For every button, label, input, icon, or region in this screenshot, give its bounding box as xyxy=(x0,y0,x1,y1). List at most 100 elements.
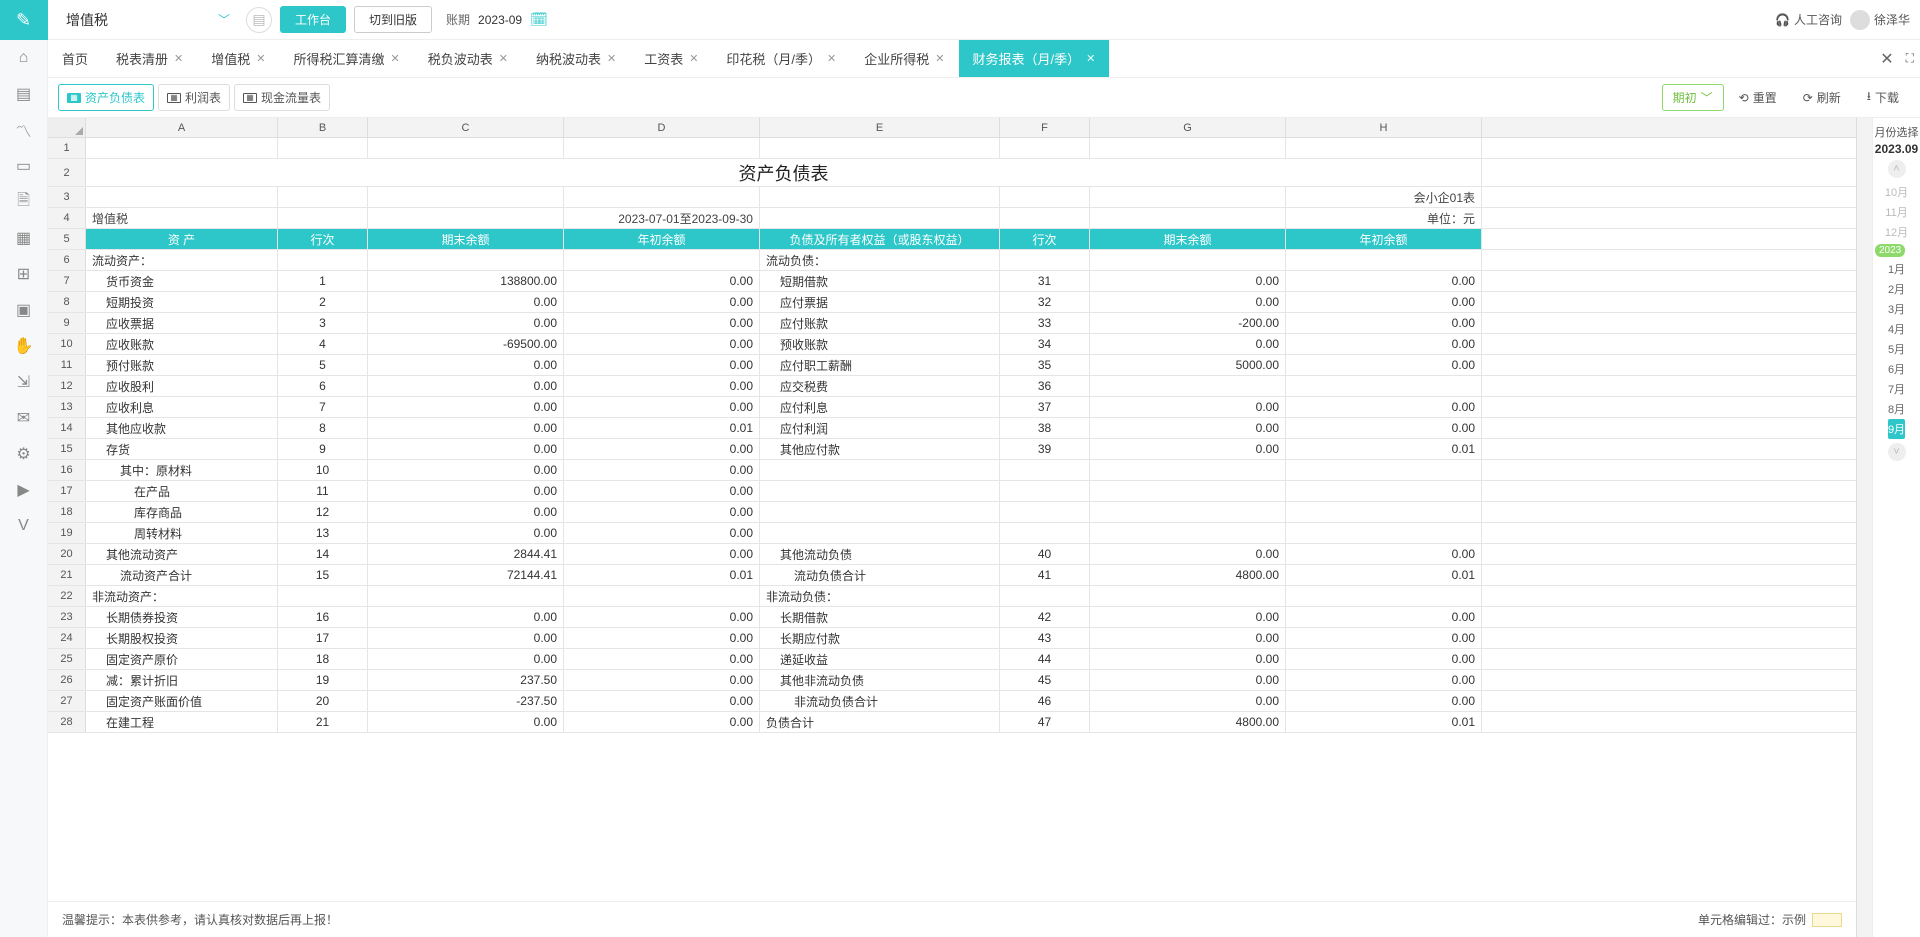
cell[interactable]: 31 xyxy=(1000,271,1090,291)
row-number[interactable]: 19 xyxy=(48,523,86,543)
cell[interactable]: 0.00 xyxy=(1286,355,1482,375)
month-option[interactable]: 8月 xyxy=(1888,399,1905,419)
cell[interactable]: 0.00 xyxy=(368,397,564,417)
cell[interactable]: 36 xyxy=(1000,376,1090,396)
cell[interactable] xyxy=(1286,460,1482,480)
month-option[interactable]: 7月 xyxy=(1888,379,1905,399)
row-number[interactable]: 6 xyxy=(48,250,86,270)
cell[interactable]: 3 xyxy=(278,313,368,333)
tab-2[interactable]: 所得税汇算清缴✕ xyxy=(279,40,413,77)
cell[interactable]: 库存商品 xyxy=(86,502,278,522)
cell[interactable] xyxy=(1286,523,1482,543)
cell[interactable]: 0.00 xyxy=(368,376,564,396)
cell[interactable]: 0.00 xyxy=(1090,670,1286,690)
cell[interactable]: 应付利润 xyxy=(760,418,1000,438)
cell[interactable]: 其他流动资产 xyxy=(86,544,278,564)
cell[interactable]: 0.00 xyxy=(1090,292,1286,312)
cell[interactable] xyxy=(1090,250,1286,270)
cell[interactable]: 46 xyxy=(1000,691,1090,711)
cell[interactable] xyxy=(1286,502,1482,522)
nav-v-icon[interactable]: V xyxy=(0,508,48,544)
cell[interactable]: 年初余额 xyxy=(1286,229,1482,249)
row-number[interactable]: 15 xyxy=(48,439,86,459)
cell[interactable]: 行次 xyxy=(278,229,368,249)
cell[interactable]: 固定资产原价 xyxy=(86,649,278,669)
cell[interactable] xyxy=(86,187,278,207)
tab-home[interactable]: 首页 xyxy=(48,40,102,77)
row-number[interactable]: 14 xyxy=(48,418,86,438)
cell[interactable] xyxy=(278,586,368,606)
cell[interactable] xyxy=(1090,586,1286,606)
cell[interactable]: 0.00 xyxy=(368,418,564,438)
cell[interactable] xyxy=(760,523,1000,543)
cell[interactable]: 0.00 xyxy=(1090,691,1286,711)
cell[interactable]: 0.00 xyxy=(564,691,760,711)
cell[interactable]: 8 xyxy=(278,418,368,438)
cell[interactable] xyxy=(1090,481,1286,501)
cell[interactable]: 0.00 xyxy=(368,523,564,543)
cell[interactable]: 72144.41 xyxy=(368,565,564,585)
cell[interactable]: 0.00 xyxy=(564,460,760,480)
cell[interactable]: 19 xyxy=(278,670,368,690)
row-number[interactable]: 13 xyxy=(48,397,86,417)
cell[interactable]: 其他应付款 xyxy=(760,439,1000,459)
month-option[interactable]: 6月 xyxy=(1888,359,1905,379)
cell[interactable]: 0.00 xyxy=(564,271,760,291)
cell[interactable]: 周转材料 xyxy=(86,523,278,543)
cell[interactable]: 期末余额 xyxy=(368,229,564,249)
cell[interactable] xyxy=(1286,586,1482,606)
cell[interactable] xyxy=(368,138,564,158)
user-menu[interactable]: 徐泽华 xyxy=(1850,10,1910,30)
cell[interactable]: 0.00 xyxy=(1286,628,1482,648)
cell[interactable]: 非流动负债合计 xyxy=(760,691,1000,711)
cell[interactable]: 在建工程 xyxy=(86,712,278,732)
cell[interactable]: 存货 xyxy=(86,439,278,459)
col-B[interactable]: B xyxy=(278,118,368,137)
tabs-fullscreen-icon[interactable]: ⛶ xyxy=(1906,51,1914,66)
cell[interactable]: 0.00 xyxy=(564,292,760,312)
col-H[interactable]: H xyxy=(1286,118,1482,137)
cell[interactable]: 应收票据 xyxy=(86,313,278,333)
tabs-close-all-icon[interactable]: ✕ xyxy=(1880,49,1893,69)
nav-report-icon[interactable]: ▦ xyxy=(0,220,48,256)
nav-gear-icon[interactable]: ⚙ xyxy=(0,436,48,472)
workbench-button[interactable]: 工作台 xyxy=(280,6,346,33)
cell[interactable]: 应付票据 xyxy=(760,292,1000,312)
cell[interactable]: 0.00 xyxy=(1286,334,1482,354)
cell[interactable] xyxy=(1000,502,1090,522)
refresh-button[interactable]: ⟳刷新 xyxy=(1792,84,1852,111)
nav-hand-icon[interactable]: ✋ xyxy=(0,328,48,364)
cell[interactable] xyxy=(564,187,760,207)
cell[interactable] xyxy=(1090,523,1286,543)
cell[interactable]: 37 xyxy=(1000,397,1090,417)
row-number[interactable]: 22 xyxy=(48,586,86,606)
cell[interactable]: 其中：原材料 xyxy=(86,460,278,480)
cell[interactable]: 20 xyxy=(278,691,368,711)
cell[interactable]: 1 xyxy=(278,271,368,291)
cell[interactable]: 42 xyxy=(1000,607,1090,627)
cell[interactable]: 0.00 xyxy=(564,628,760,648)
cell[interactable]: 其他应收款 xyxy=(86,418,278,438)
nav-doc-icon[interactable]: ▤ xyxy=(0,76,48,112)
cell[interactable] xyxy=(1000,481,1090,501)
company-selector[interactable]: 增值税 ﹀ xyxy=(58,6,238,34)
cell[interactable]: 0.00 xyxy=(368,439,564,459)
month-option[interactable]: 4月 xyxy=(1888,319,1905,339)
row-number[interactable]: 11 xyxy=(48,355,86,375)
nav-video-icon[interactable]: ▶ xyxy=(0,472,48,508)
cell[interactable]: 44 xyxy=(1000,649,1090,669)
col-D[interactable]: D xyxy=(564,118,760,137)
cell[interactable]: 0.00 xyxy=(564,397,760,417)
cell[interactable]: 0.00 xyxy=(1286,292,1482,312)
cell[interactable]: 0.00 xyxy=(368,607,564,627)
cell[interactable]: 长期借款 xyxy=(760,607,1000,627)
cell[interactable]: 35 xyxy=(1000,355,1090,375)
switch-old-button[interactable]: 切到旧版 xyxy=(354,6,432,33)
cell[interactable]: 2844.41 xyxy=(368,544,564,564)
cell[interactable]: 0.00 xyxy=(368,712,564,732)
row-number[interactable]: 7 xyxy=(48,271,86,291)
tab-3[interactable]: 税负波动表✕ xyxy=(414,40,522,77)
close-icon[interactable]: ✕ xyxy=(391,52,400,65)
cell[interactable]: 增值税 xyxy=(86,208,278,228)
cell[interactable]: 0.00 xyxy=(1286,544,1482,564)
